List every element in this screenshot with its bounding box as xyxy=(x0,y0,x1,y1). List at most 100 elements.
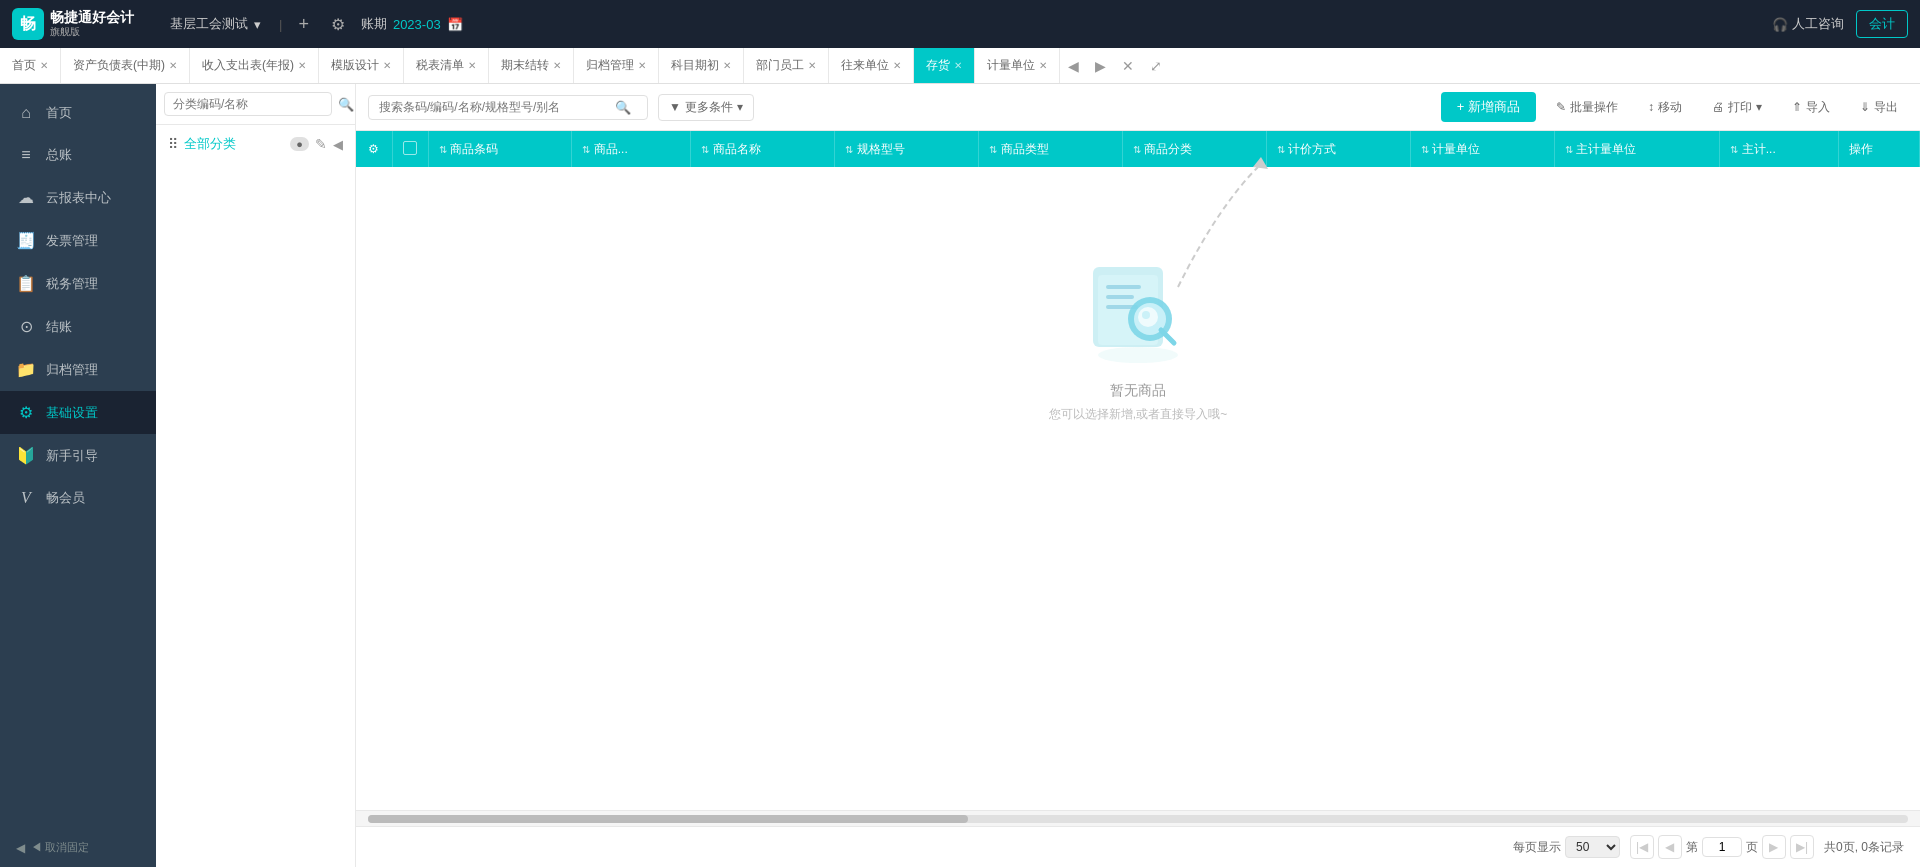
consult-button[interactable]: 🎧 人工咨询 xyxy=(1772,15,1844,33)
sidebar-item-member[interactable]: V 畅会员 xyxy=(0,477,156,519)
sidebar-item-invoice[interactable]: 🧾 发票管理 xyxy=(0,219,156,262)
th-settings[interactable]: ⚙ xyxy=(356,131,392,167)
settlement-icon: ⊙ xyxy=(16,317,36,336)
tab-income[interactable]: 收入支出表(年报) ✕ xyxy=(190,48,319,84)
tab-archive-close[interactable]: ✕ xyxy=(638,60,646,71)
settings-button[interactable]: ⚙ xyxy=(325,13,351,36)
product-search-bar[interactable]: 🔍 xyxy=(368,95,648,120)
account-button[interactable]: 会计 xyxy=(1856,10,1908,38)
import-icon: ⇑ xyxy=(1792,100,1802,114)
tab-unit-close[interactable]: ✕ xyxy=(1039,60,1047,71)
tab-department-close[interactable]: ✕ xyxy=(808,60,816,71)
category-search-icon[interactable]: 🔍 xyxy=(338,97,354,112)
app-name-block: 畅捷通好会计 旗舰版 xyxy=(50,9,134,40)
tab-partner[interactable]: 往来单位 ✕ xyxy=(829,48,914,84)
tab-income-close[interactable]: ✕ xyxy=(298,60,306,71)
move-button[interactable]: ↕ 移动 xyxy=(1638,95,1692,120)
new-product-button[interactable]: + 新增商品 xyxy=(1441,92,1536,122)
import-button[interactable]: ⇑ 导入 xyxy=(1782,95,1840,120)
th-main-unit-label: 主计量单位 xyxy=(1576,142,1636,156)
th-checkbox[interactable] xyxy=(392,131,428,167)
tab-home-close[interactable]: ✕ xyxy=(40,60,48,71)
grid-icon: ⠿ xyxy=(168,136,178,152)
tab-balance[interactable]: 资产负债表(中期) ✕ xyxy=(61,48,190,84)
batch-operate-button[interactable]: ✎ 批量操作 xyxy=(1546,95,1628,120)
product-search-input[interactable] xyxy=(379,100,609,114)
cloud-icon: ☁ xyxy=(16,188,36,207)
sidebar-item-home[interactable]: ⌂ 首页 xyxy=(0,92,156,134)
sidebar: ⌂ 首页 ≡ 总账 ☁ 云报表中心 🧾 发票管理 📋 税务管理 ⊙ 结账 xyxy=(0,84,156,867)
add-tab-button[interactable]: + xyxy=(292,12,315,37)
tab-close-all[interactable]: ✕ xyxy=(1114,48,1142,84)
scroll-thumb[interactable] xyxy=(368,815,968,823)
print-button[interactable]: 🖨 打印 ▾ xyxy=(1702,95,1772,120)
app-logo: 畅 xyxy=(12,8,44,40)
sidebar-item-tax[interactable]: 📋 税务管理 xyxy=(0,262,156,305)
period-value[interactable]: 2023-03 xyxy=(393,17,441,32)
tab-taxclear-close[interactable]: ✕ xyxy=(468,60,476,71)
first-page-button[interactable]: |◀ xyxy=(1630,835,1654,859)
tab-expand[interactable]: ⤢ xyxy=(1142,48,1170,84)
sidebar-item-ledger[interactable]: ≡ 总账 xyxy=(0,134,156,176)
horizontal-scrollbar[interactable] xyxy=(356,810,1920,826)
sidebar-item-archive[interactable]: 📁 归档管理 xyxy=(0,348,156,391)
sidebar-item-settlement[interactable]: ⊙ 结账 xyxy=(0,305,156,348)
sidebar-label-settlement: 结账 xyxy=(46,318,72,336)
export-button[interactable]: ⇓ 导出 xyxy=(1850,95,1908,120)
company-selector[interactable]: 基层工会测试 ▾ xyxy=(162,11,269,37)
tab-inventory[interactable]: 存货 ✕ xyxy=(914,48,975,84)
sidebar-item-guide[interactable]: 🔰 新手引导 xyxy=(0,434,156,477)
tab-partner-label: 往来单位 xyxy=(841,57,889,74)
header-checkbox[interactable] xyxy=(403,141,417,155)
page-size-select: 每页显示 10 20 50 100 xyxy=(1513,836,1620,858)
category-search-input[interactable] xyxy=(164,92,332,116)
per-page-dropdown[interactable]: 10 20 50 100 xyxy=(1565,836,1620,858)
tab-scroll-right[interactable]: ▶ xyxy=(1087,48,1114,84)
tab-subject-label: 科目期初 xyxy=(671,57,719,74)
collapse-icon[interactable]: ◀ xyxy=(333,137,343,152)
tab-template-close[interactable]: ✕ xyxy=(383,60,391,71)
prev-page-button[interactable]: ◀ xyxy=(1658,835,1682,859)
unpin-button[interactable]: ◀ ◀ 取消固定 xyxy=(0,828,156,867)
edit-icon[interactable]: ✎ xyxy=(315,136,327,152)
company-name: 基层工会测试 xyxy=(170,15,248,33)
tab-partner-close[interactable]: ✕ xyxy=(893,60,901,71)
next-page-button[interactable]: ▶ xyxy=(1762,835,1786,859)
period-label: 账期 xyxy=(361,15,387,33)
tab-archive[interactable]: 归档管理 ✕ xyxy=(574,48,659,84)
tab-template[interactable]: 模版设计 ✕ xyxy=(319,48,404,84)
tab-inventory-close[interactable]: ✕ xyxy=(954,60,962,71)
per-page-label: 每页显示 xyxy=(1513,839,1561,856)
last-page-button[interactable]: ▶| xyxy=(1790,835,1814,859)
sidebar-item-basic[interactable]: ⚙ 基础设置 xyxy=(0,391,156,434)
content-area: 🔍 ⠿ 全部分类 ● ✎ ◀ 🔍 xyxy=(156,84,1920,867)
print-caret: ▾ xyxy=(1756,100,1762,114)
filter-button[interactable]: ▼ 更多条件 ▾ xyxy=(658,94,754,121)
tab-taxclear[interactable]: 税表清单 ✕ xyxy=(404,48,489,84)
tab-subject[interactable]: 科目期初 ✕ xyxy=(659,48,744,84)
category-label: 全部分类 xyxy=(184,135,284,153)
page-number-input[interactable] xyxy=(1702,837,1742,857)
tab-home[interactable]: 首页 ✕ xyxy=(0,48,61,84)
sidebar-label-ledger: 总账 xyxy=(46,146,72,164)
tab-balance-close[interactable]: ✕ xyxy=(169,60,177,71)
sidebar-item-reports[interactable]: ☁ 云报表中心 xyxy=(0,176,156,219)
tab-archive-label: 归档管理 xyxy=(586,57,634,74)
tab-period-close[interactable]: ✕ xyxy=(553,60,561,71)
category-search-box: 🔍 xyxy=(156,84,355,125)
svg-point-1 xyxy=(1098,347,1178,363)
total-records: 共0页, 0条记录 xyxy=(1824,839,1904,856)
app-name: 畅捷通好会计 xyxy=(50,9,134,26)
tab-period[interactable]: 期末结转 ✕ xyxy=(489,48,574,84)
product-search-icon[interactable]: 🔍 xyxy=(615,100,631,115)
category-tag: ● xyxy=(290,137,309,151)
dropdown-icon: ▾ xyxy=(254,17,261,32)
category-header[interactable]: ⠿ 全部分类 ● ✎ ◀ xyxy=(156,125,355,163)
tab-scroll-left[interactable]: ◀ xyxy=(1060,48,1087,84)
tab-department[interactable]: 部门员工 ✕ xyxy=(744,48,829,84)
th-code: ⇅ 商品... xyxy=(572,131,691,167)
tab-unit[interactable]: 计量单位 ✕ xyxy=(975,48,1060,84)
tab-subject-close[interactable]: ✕ xyxy=(723,60,731,71)
calendar-icon[interactable]: 📅 xyxy=(447,17,463,32)
sidebar-label-basic: 基础设置 xyxy=(46,404,98,422)
